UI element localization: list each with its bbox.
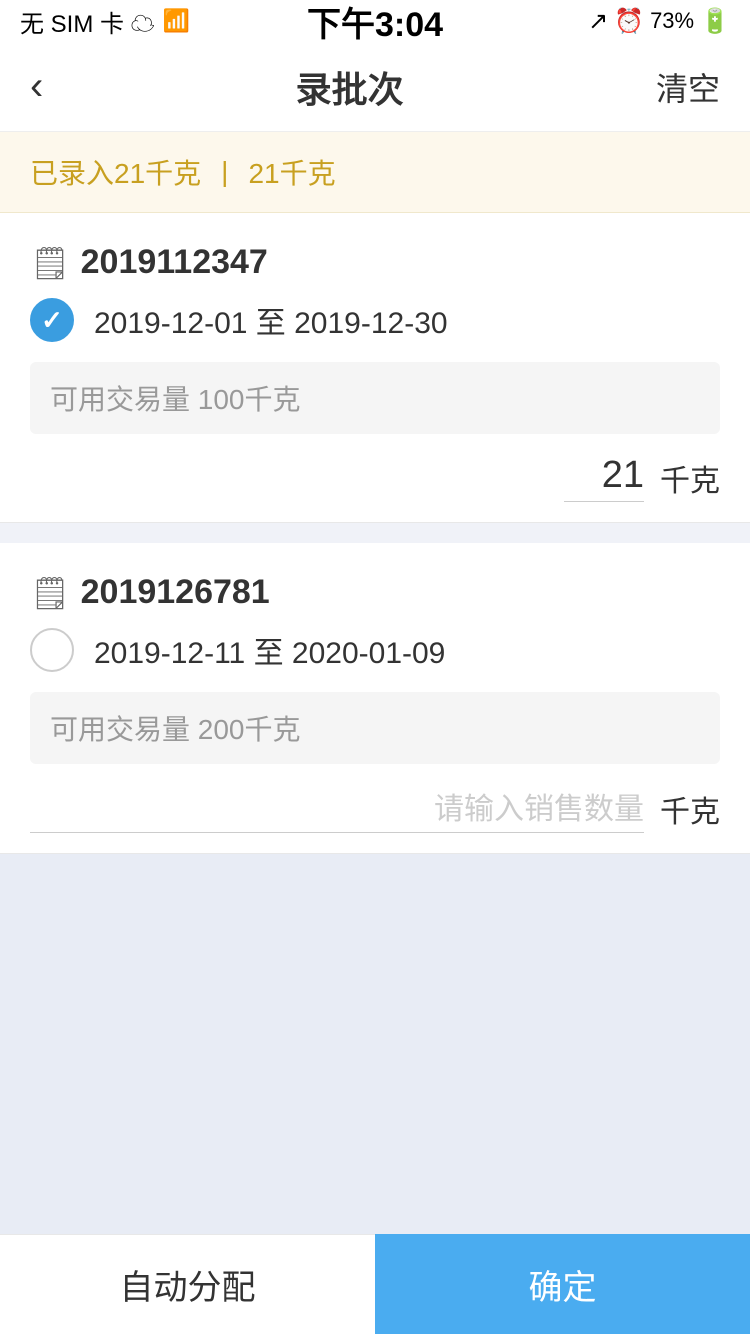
batch2-header: 🗒 2019126781 [30,573,720,612]
confirm-button[interactable]: 确定 [375,1234,750,1334]
recorded-amount-label: 已录入21千克 [30,152,201,192]
status-left: 无 SIM 卡 ☁ 📶 [20,4,190,39]
info-divider: | [221,156,228,188]
batch2-radio[interactable] [30,628,74,672]
clear-button[interactable]: 清空 [656,64,720,110]
batch2-input-container[interactable]: 请输入销售数量 [30,784,644,833]
batch1-quantity-unit: 千克 [660,456,720,500]
batch1-date-row: 2019-12-01 至 2019-12-30 [30,298,720,342]
batch1-header: 🗒 2019112347 [30,243,720,282]
nav-bar: ‹ 录批次 清空 [0,42,750,132]
batch2-icon: 🗒 [30,574,71,612]
location-icon: ↗ [588,7,608,36]
battery-text: 73% [650,8,694,34]
battery-icon: 🔋 [700,7,730,36]
batch1-id: 2019112347 [81,243,268,282]
batch1-quantity-row: 21 千克 [0,434,750,523]
batch1-radio[interactable] [30,298,74,342]
batch1-quantity-value[interactable]: 21 [564,454,644,502]
batch2-date-row: 2019-12-11 至 2020-01-09 [30,628,720,672]
batch1-avail-text: 可用交易量 100千克 [50,384,301,415]
page-title: 录批次 [296,61,404,113]
batch2-input-unit: 千克 [660,787,720,831]
batch1-date: 2019-12-01 至 2019-12-30 [94,298,448,342]
alarm-icon: ⏰ [614,7,644,36]
no-sim-text: 无 SIM 卡 ☁ [20,4,155,39]
status-bar: 无 SIM 卡 ☁ 📶 下午3:04 ↗ ⏰ 73% 🔋 [0,0,750,42]
info-value: 21千克 [248,152,335,192]
gray-area [0,854,750,1294]
batch2-card: 🗒 2019126781 2019-12-11 至 2020-01-09 可用交… [0,543,750,764]
section-divider [0,523,750,543]
status-right: ↗ ⏰ 73% 🔋 [588,7,730,36]
batch2-date: 2019-12-11 至 2020-01-09 [94,628,445,672]
wifi-icon: 📶 [163,8,190,34]
batch1-avail-bar: 可用交易量 100千克 [30,362,720,434]
batch2-avail-bar: 可用交易量 200千克 [30,692,720,764]
batch2-id: 2019126781 [81,573,270,612]
auto-distribute-button[interactable]: 自动分配 [0,1234,375,1334]
status-time: 下午3:04 [307,0,443,46]
back-button[interactable]: ‹ [30,64,43,109]
batch2-input-row: 请输入销售数量 千克 [0,764,750,854]
bottom-bar: 自动分配 确定 [0,1234,750,1334]
batch2-avail-text: 可用交易量 200千克 [50,714,301,745]
batch2-input-placeholder: 请输入销售数量 [30,784,644,828]
info-bar: 已录入21千克 | 21千克 [0,132,750,213]
batch1-card: 🗒 2019112347 2019-12-01 至 2019-12-30 可用交… [0,213,750,434]
batch1-icon: 🗒 [30,244,71,282]
